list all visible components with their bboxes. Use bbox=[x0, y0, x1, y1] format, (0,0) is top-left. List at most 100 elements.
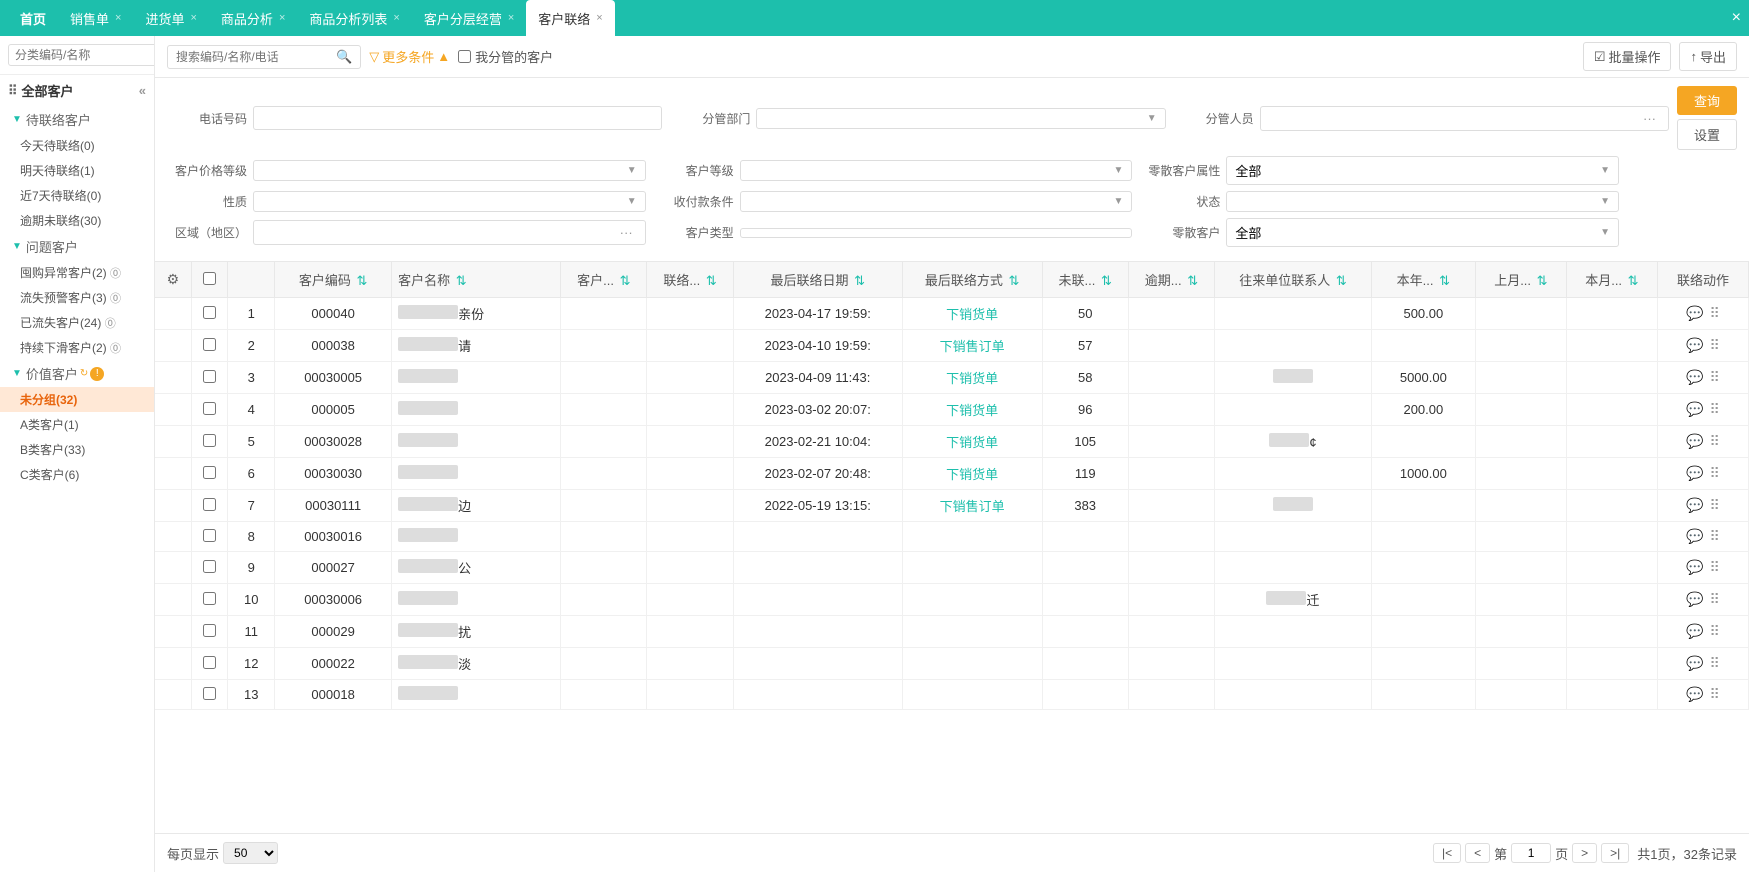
comment-icon[interactable]: 💬 bbox=[1686, 337, 1703, 354]
sidebar-item-lost[interactable]: 已流失客户(24) ⓪ bbox=[0, 310, 154, 335]
row-checkbox[interactable] bbox=[203, 402, 216, 415]
th-contact[interactable]: 联络... ⇅ bbox=[647, 262, 733, 298]
retail-customer-select[interactable]: 全部 ▼ bbox=[1226, 218, 1619, 247]
phone-input[interactable] bbox=[253, 106, 662, 130]
last-way-link[interactable]: 下销货单 bbox=[946, 435, 998, 450]
all-customers-header[interactable]: ⠿ 全部客户 « bbox=[0, 75, 154, 106]
comment-icon[interactable]: 💬 bbox=[1686, 591, 1703, 608]
page-number-input[interactable] bbox=[1511, 843, 1551, 863]
more-conditions-button[interactable]: ▽ 更多条件 ▲ bbox=[369, 47, 450, 66]
select-all-checkbox[interactable] bbox=[203, 272, 216, 285]
comment-icon[interactable]: 💬 bbox=[1686, 528, 1703, 545]
more-action-icon[interactable]: ⠿ bbox=[1710, 305, 1720, 322]
more-action-icon[interactable]: ⠿ bbox=[1710, 401, 1720, 418]
my-customers-checkbox[interactable] bbox=[458, 50, 471, 63]
close-all-button[interactable]: × bbox=[1732, 9, 1741, 27]
next-page-button[interactable]: > bbox=[1572, 843, 1597, 863]
region-ellipsis[interactable]: ··· bbox=[616, 225, 637, 240]
row-checkbox[interactable] bbox=[203, 687, 216, 700]
reset-button[interactable]: 设置 bbox=[1677, 119, 1737, 150]
search-input[interactable] bbox=[176, 50, 336, 64]
column-settings-button[interactable]: ⚙ bbox=[167, 271, 180, 288]
sidebar-item-7days[interactable]: 近7天待联络(0) bbox=[0, 183, 154, 208]
tab-customer-contact[interactable]: 客户联络 × bbox=[526, 0, 614, 36]
th-last-date[interactable]: 最后联络日期 ⇅ bbox=[733, 262, 902, 298]
tab-sales[interactable]: 销售单 × bbox=[58, 0, 133, 36]
tab-goods-analysis-close[interactable]: × bbox=[279, 12, 285, 24]
score-refresh-icon[interactable]: ↻ bbox=[80, 368, 88, 379]
first-page-button[interactable]: |< bbox=[1433, 843, 1461, 863]
last-way-link[interactable]: 下销售订单 bbox=[940, 499, 1005, 514]
more-action-icon[interactable]: ⠿ bbox=[1710, 528, 1720, 545]
last-way-link[interactable]: 下销货单 bbox=[946, 403, 998, 418]
sidebar-search-input[interactable] bbox=[8, 44, 155, 66]
last-way-link[interactable]: 下销售订单 bbox=[940, 339, 1005, 354]
tab-purchase-close[interactable]: × bbox=[190, 12, 196, 24]
th-last-way[interactable]: 最后联络方式 ⇅ bbox=[902, 262, 1042, 298]
sidebar-item-abnormal[interactable]: 囤购异常客户(2) ⓪ bbox=[0, 260, 154, 285]
pending-group-label[interactable]: ▼ 待联络客户 bbox=[0, 106, 154, 133]
sidebar-item-tomorrow[interactable]: 明天待联络(1) bbox=[0, 158, 154, 183]
last-way-link[interactable]: 下销货单 bbox=[946, 467, 998, 482]
row-checkbox[interactable] bbox=[203, 592, 216, 605]
manager-ellipsis[interactable]: ··· bbox=[1639, 111, 1660, 126]
tab-goods-analysis[interactable]: 商品分析 × bbox=[209, 0, 297, 36]
manager-select[interactable]: ··· bbox=[1260, 106, 1669, 131]
last-way-link[interactable]: 下销货单 bbox=[946, 307, 998, 322]
per-page-select[interactable]: 50 100 200 bbox=[223, 842, 278, 864]
sidebar-item-b-class[interactable]: B类客户(33) bbox=[0, 437, 154, 462]
tab-customer-tier[interactable]: 客户分层经营 × bbox=[412, 0, 526, 36]
tab-home[interactable]: 首页 bbox=[8, 0, 58, 36]
dept-select[interactable]: ▼ bbox=[756, 108, 1165, 129]
more-action-icon[interactable]: ⠿ bbox=[1710, 623, 1720, 640]
retail-attr-select[interactable]: 全部 ▼ bbox=[1226, 156, 1619, 185]
comment-icon[interactable]: 💬 bbox=[1686, 655, 1703, 672]
row-checkbox[interactable] bbox=[203, 466, 216, 479]
query-button[interactable]: 查询 bbox=[1677, 86, 1737, 115]
comment-icon[interactable]: 💬 bbox=[1686, 623, 1703, 640]
search-icon[interactable]: 🔍 bbox=[336, 49, 352, 65]
more-action-icon[interactable]: ⠿ bbox=[1710, 686, 1720, 703]
sidebar-item-a-class[interactable]: A类客户(1) bbox=[0, 412, 154, 437]
sidebar-item-today[interactable]: 今天待联络(0) bbox=[0, 133, 154, 158]
row-checkbox[interactable] bbox=[203, 306, 216, 319]
row-checkbox[interactable] bbox=[203, 656, 216, 669]
th-type[interactable]: 客户... ⇅ bbox=[561, 262, 647, 298]
tab-sales-close[interactable]: × bbox=[115, 12, 121, 24]
comment-icon[interactable]: 💬 bbox=[1686, 433, 1703, 450]
batch-operations-button[interactable]: ☑ 批量操作 bbox=[1583, 42, 1672, 71]
row-checkbox[interactable] bbox=[203, 624, 216, 637]
prev-page-button[interactable]: < bbox=[1465, 843, 1490, 863]
th-last-month[interactable]: 上月... ⇅ bbox=[1475, 262, 1566, 298]
sidebar-item-c-class[interactable]: C类客户(6) bbox=[0, 462, 154, 487]
comment-icon[interactable]: 💬 bbox=[1686, 369, 1703, 386]
th-unlink-days[interactable]: 未联... ⇅ bbox=[1042, 262, 1128, 298]
comment-icon[interactable]: 💬 bbox=[1686, 305, 1703, 322]
sidebar-item-unsorted[interactable]: 未分组(32) bbox=[0, 387, 154, 412]
th-overdue[interactable]: 逾期... ⇅ bbox=[1128, 262, 1214, 298]
more-action-icon[interactable]: ⠿ bbox=[1710, 591, 1720, 608]
payment-select[interactable]: ▼ bbox=[740, 191, 1133, 212]
price-level-select[interactable]: ▼ bbox=[253, 160, 646, 181]
more-action-icon[interactable]: ⠿ bbox=[1710, 337, 1720, 354]
comment-icon[interactable]: 💬 bbox=[1686, 401, 1703, 418]
nature-select[interactable]: ▼ bbox=[253, 191, 646, 212]
comment-icon[interactable]: 💬 bbox=[1686, 686, 1703, 703]
region-select[interactable]: ··· bbox=[253, 220, 646, 245]
more-action-icon[interactable]: ⠿ bbox=[1710, 655, 1720, 672]
row-checkbox[interactable] bbox=[203, 434, 216, 447]
last-way-link[interactable]: 下销货单 bbox=[946, 371, 998, 386]
more-action-icon[interactable]: ⠿ bbox=[1710, 465, 1720, 482]
collapse-icon[interactable]: « bbox=[139, 83, 146, 98]
more-action-icon[interactable]: ⠿ bbox=[1710, 433, 1720, 450]
tab-goods-analysis-list-close[interactable]: × bbox=[393, 12, 399, 24]
tab-purchase[interactable]: 进货单 × bbox=[133, 0, 208, 36]
sidebar-item-declining[interactable]: 持续下滑客户(2) ⓪ bbox=[0, 335, 154, 360]
th-this-year[interactable]: 本年... ⇅ bbox=[1371, 262, 1475, 298]
sidebar-item-overdue[interactable]: 逾期未联络(30) bbox=[0, 208, 154, 233]
th-name[interactable]: 客户名称 ⇅ bbox=[392, 262, 561, 298]
row-checkbox[interactable] bbox=[203, 370, 216, 383]
more-action-icon[interactable]: ⠿ bbox=[1710, 559, 1720, 576]
comment-icon[interactable]: 💬 bbox=[1686, 497, 1703, 514]
tab-goods-analysis-list[interactable]: 商品分析列表 × bbox=[297, 0, 411, 36]
